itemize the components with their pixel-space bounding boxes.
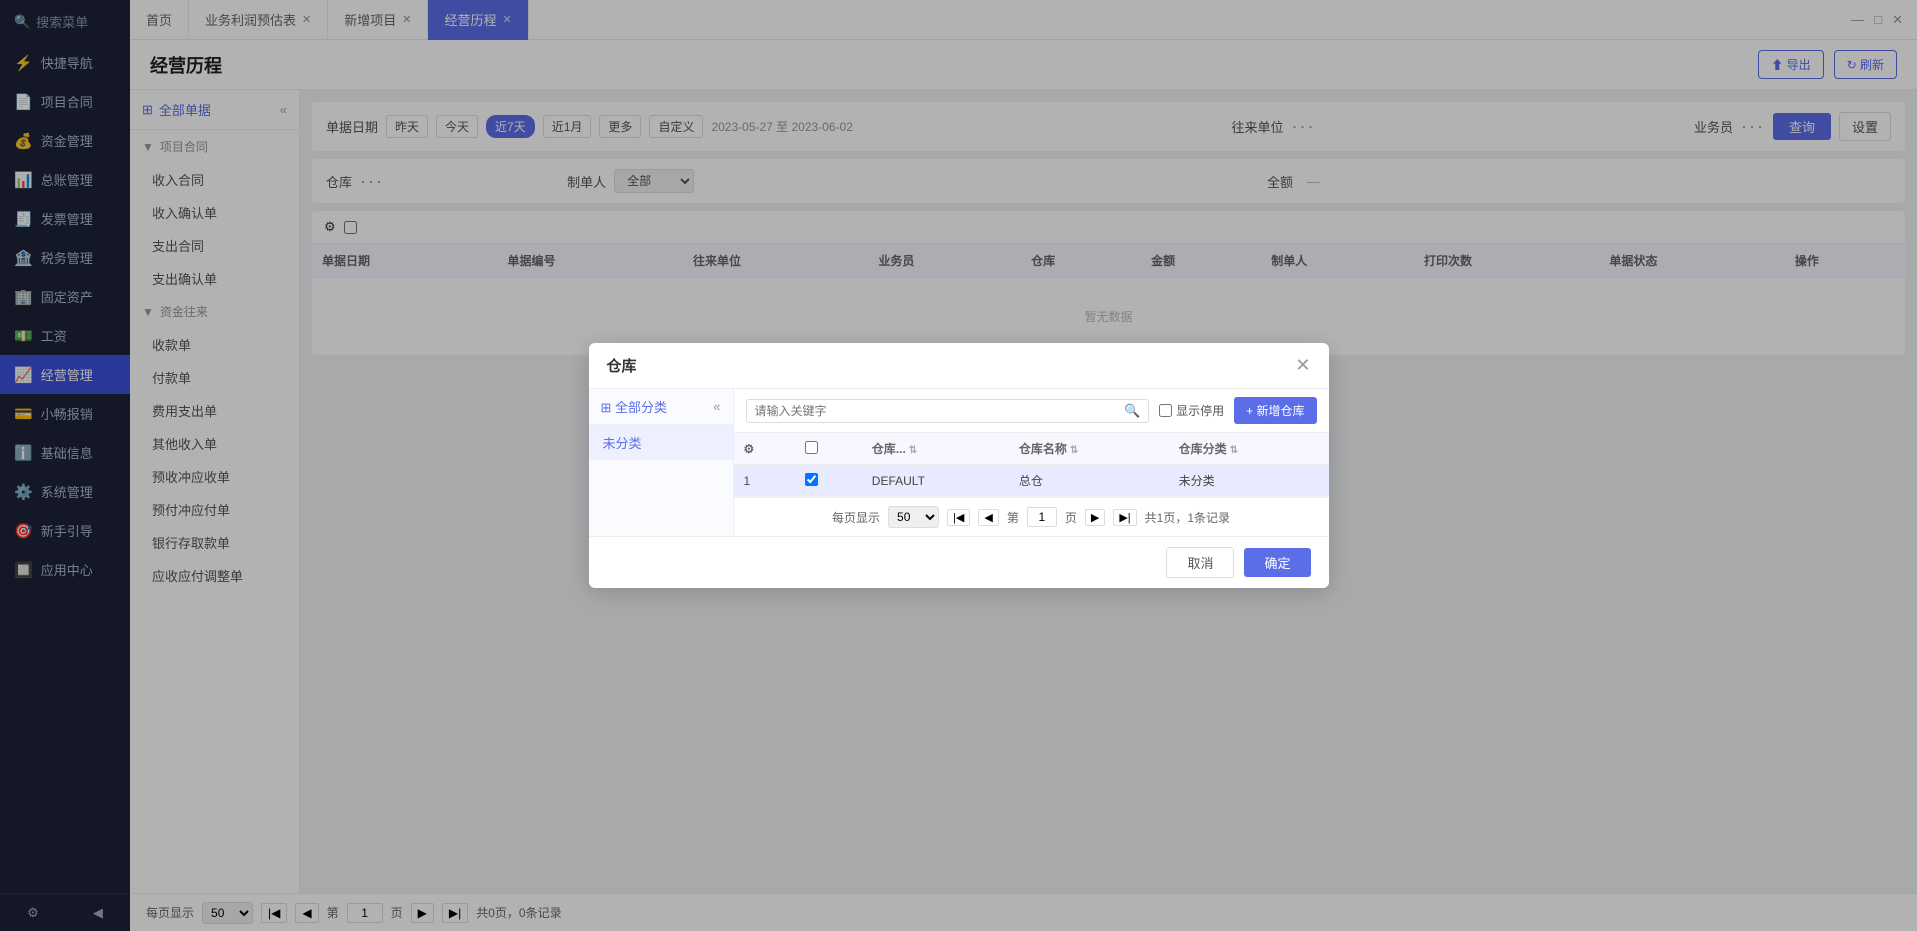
modal-col-code: 仓库...⇅ [862,433,1009,465]
modal-search-icon: 🔍 [1124,403,1140,419]
modal-page-first[interactable]: |◀ [947,509,970,526]
modal-title: 仓库 [607,355,637,376]
modal-page-input[interactable] [1027,507,1057,527]
modal-page-suffix: 页 [1065,509,1077,526]
modal-table: ⚙ 仓库...⇅ 仓库名称⇅ 仓库分类⇅ 1 DEFAULT [734,433,1329,497]
modal-left-panel: ⊞ 全部分类 « 未分类 [589,389,734,536]
modal-table-row[interactable]: 1 DEFAULT 总仓 未分类 [734,465,1329,497]
modal-pagination: 每页显示 50100 |◀ ◀ 第 页 ▶ ▶| 共1页，1条记录 [734,497,1329,536]
modal-left-header: ⊞ 全部分类 « [589,389,733,425]
row-checkbox[interactable] [795,465,861,497]
warehouse-modal: 仓库 ✕ ⊞ 全部分类 « 未分类 [589,343,1329,588]
show-disabled-checkbox[interactable] [1159,404,1172,417]
modal-col-checkbox [795,433,861,465]
modal-cancel-button[interactable]: 取消 [1166,547,1234,578]
grid2-icon: ⊞ [601,400,612,415]
row-code: DEFAULT [862,465,1009,497]
modal-page-label: 第 [1007,509,1019,526]
row-num: 1 [734,465,796,497]
modal-footer: 取消 确定 [589,536,1329,588]
modal-search-box: 🔍 [746,399,1150,423]
row-name: 总仓 [1009,465,1169,497]
row-category: 未分类 [1169,465,1329,497]
modal-table-wrap: ⚙ 仓库...⇅ 仓库名称⇅ 仓库分类⇅ 1 DEFAULT [734,433,1329,497]
modal-right-panel: 🔍 显示停用 + 新增仓库 ⚙ 仓库...⇅ [734,389,1329,536]
modal-col-settings: ⚙ [734,433,796,465]
modal-left-title: ⊞ 全部分类 [601,397,668,416]
modal-total-text: 共1页，1条记录 [1145,509,1230,526]
modal-col-category: 仓库分类⇅ [1169,433,1329,465]
collapse-modal-left-icon[interactable]: « [713,399,720,414]
modal-toolbar: 🔍 显示停用 + 新增仓库 [734,389,1329,433]
modal-page-next[interactable]: ▶ [1085,509,1105,526]
modal-per-page-select[interactable]: 50100 [888,506,939,528]
modal-page-prev[interactable]: ◀ [978,509,998,526]
modal-col-name: 仓库名称⇅ [1009,433,1169,465]
modal-page-last[interactable]: ▶| [1113,509,1136,526]
modal-left-item-uncategorized[interactable]: 未分类 [589,425,733,460]
modal-per-page-label: 每页显示 [832,509,880,526]
modal-body: ⊞ 全部分类 « 未分类 🔍 显 [589,389,1329,536]
modal-search-input[interactable] [755,404,1118,418]
add-warehouse-button[interactable]: + 新增仓库 [1234,397,1316,424]
show-disabled-label[interactable]: 显示停用 [1159,402,1224,419]
modal-overlay[interactable]: 仓库 ✕ ⊞ 全部分类 « 未分类 [0,0,1917,931]
modal-select-all[interactable] [805,441,818,454]
modal-confirm-button[interactable]: 确定 [1244,548,1310,577]
modal-header: 仓库 ✕ [589,343,1329,389]
modal-close-button[interactable]: ✕ [1295,355,1310,376]
